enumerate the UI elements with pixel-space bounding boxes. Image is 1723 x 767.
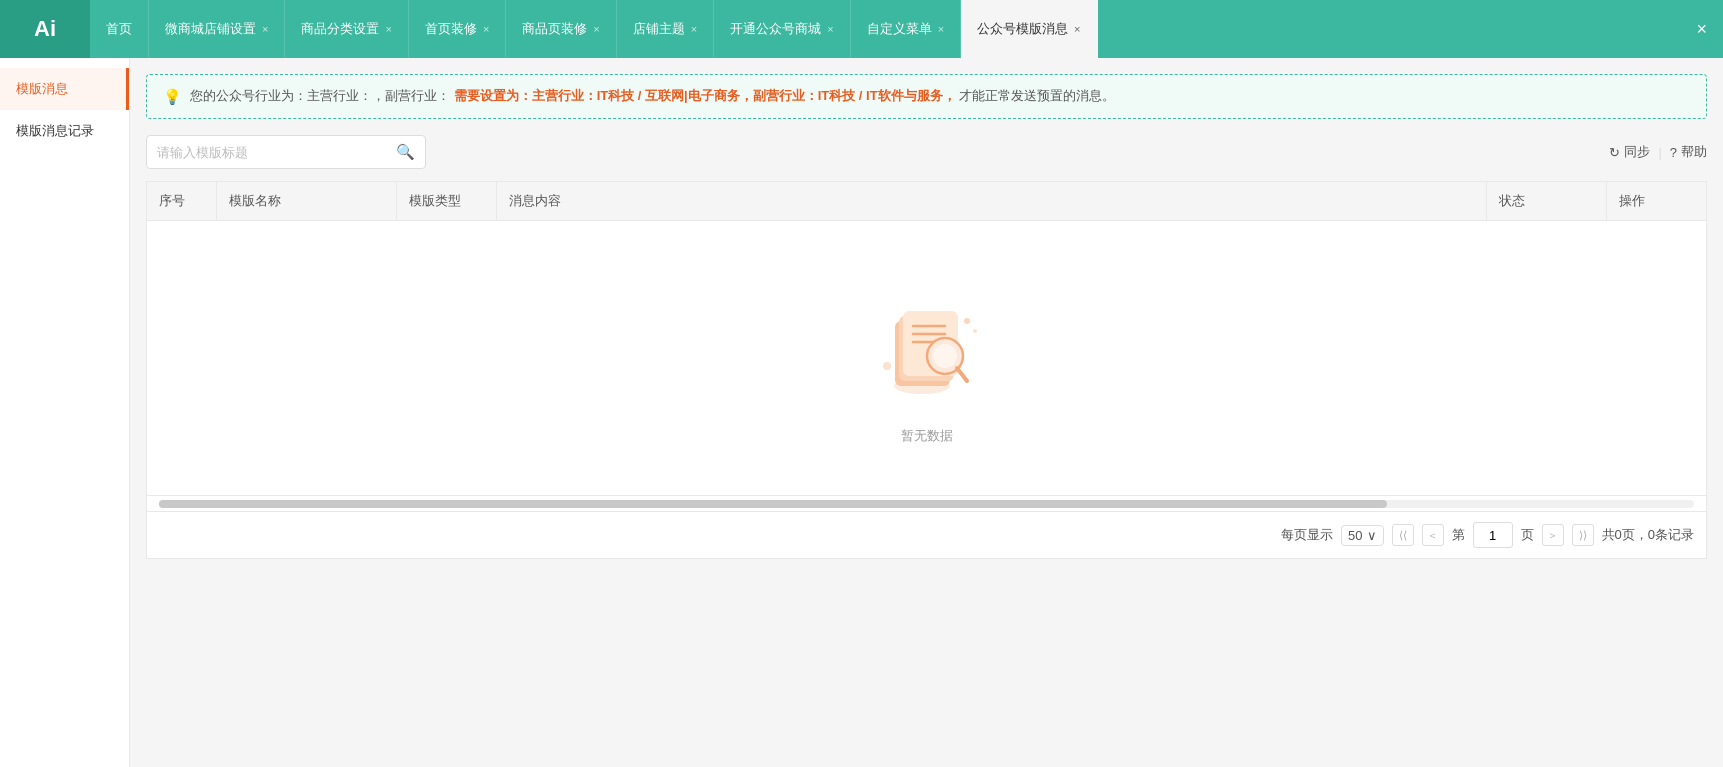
- close-tab-shop-theme[interactable]: ×: [691, 23, 697, 35]
- close-tab-home-decor[interactable]: ×: [483, 23, 489, 35]
- table-header-row: 序号模版名称模版类型消息内容状态操作: [147, 182, 1707, 221]
- content-area: 💡 您的公众号行业为：主营行业：，副营行业： 需要设置为：主营行业：IT科技 /…: [130, 58, 1723, 767]
- empty-cell: 暂无数据: [147, 221, 1707, 496]
- sidebar: 模版消息模版消息记录: [0, 58, 130, 767]
- first-page-button[interactable]: ⟨⟨: [1392, 524, 1414, 546]
- nav-tab-home[interactable]: 首页: [90, 0, 149, 58]
- toolbar-right: ↻ 同步 | ? 帮助: [1609, 143, 1707, 161]
- close-tab-shop-setting[interactable]: ×: [262, 23, 268, 35]
- per-page-select[interactable]: 50 ∨: [1341, 525, 1383, 546]
- search-input-wrapper[interactable]: 🔍: [146, 135, 426, 169]
- search-bar: 🔍 ↻ 同步 | ? 帮助: [146, 135, 1707, 169]
- svg-point-10: [964, 318, 970, 324]
- help-icon: ?: [1670, 145, 1677, 160]
- divider: |: [1658, 145, 1661, 160]
- svg-line-9: [957, 368, 967, 381]
- th-type: 模版类型: [397, 182, 497, 221]
- notice-highlight: 需要设置为：主营行业：IT科技 / 互联网|电子商务，副营行业：IT科技 / I…: [454, 88, 956, 103]
- scrollbar-area[interactable]: [146, 496, 1707, 512]
- scrollbar-thumb[interactable]: [159, 500, 1387, 508]
- empty-illustration: [867, 291, 987, 411]
- close-tab-open-mall[interactable]: ×: [827, 23, 833, 35]
- next-page-button[interactable]: ＞: [1542, 524, 1564, 546]
- empty-text: 暂无数据: [901, 427, 953, 445]
- search-input[interactable]: [157, 145, 396, 160]
- chevron-down-icon: ∨: [1367, 528, 1377, 543]
- nav-tab-home-decor[interactable]: 首页装修×: [409, 0, 506, 58]
- pagination: 每页显示 50 ∨ ⟨⟨ ＜ 第 页 ＞ ⟩⟩ 共0页，0条记录: [146, 512, 1707, 559]
- data-table: 序号模版名称模版类型消息内容状态操作: [146, 181, 1707, 496]
- th-status: 状态: [1487, 182, 1607, 221]
- page-label-pre: 第: [1452, 526, 1465, 544]
- nav-tab-shop-theme[interactable]: 店铺主题×: [617, 0, 714, 58]
- close-tab-category-setting[interactable]: ×: [385, 23, 391, 35]
- svg-point-8: [933, 344, 957, 368]
- last-page-button[interactable]: ⟩⟩: [1572, 524, 1594, 546]
- close-tab-custom-menu[interactable]: ×: [938, 23, 944, 35]
- close-all-button[interactable]: ×: [1680, 19, 1723, 40]
- sidebar-item-template-msg[interactable]: 模版消息: [0, 68, 129, 110]
- main-layout: 模版消息模版消息记录 💡 您的公众号行业为：主营行业：，副营行业： 需要设置为：…: [0, 58, 1723, 767]
- nav-tab-template-msg[interactable]: 公众号模版消息×: [961, 0, 1097, 58]
- svg-point-11: [973, 329, 977, 333]
- table-header: 序号模版名称模版类型消息内容状态操作: [147, 182, 1707, 221]
- sync-icon: ↻: [1609, 145, 1620, 160]
- nav-tab-open-mall[interactable]: 开通公众号商城×: [714, 0, 850, 58]
- empty-state: 暂无数据: [159, 231, 1694, 485]
- th-action: 操作: [1607, 182, 1707, 221]
- app-logo: Ai: [0, 0, 90, 58]
- nav-tab-shop-setting[interactable]: 微商城店铺设置×: [149, 0, 285, 58]
- table-row: 暂无数据: [147, 221, 1707, 496]
- nav-tab-product-decor[interactable]: 商品页装修×: [506, 0, 616, 58]
- nav-tabs: 首页微商城店铺设置×商品分类设置×首页装修×商品页装修×店铺主题×开通公众号商城…: [90, 0, 1680, 58]
- sidebar-item-template-msg-record[interactable]: 模版消息记录: [0, 110, 129, 152]
- nav-tab-category-setting[interactable]: 商品分类设置×: [285, 0, 408, 58]
- nav-tab-custom-menu[interactable]: 自定义菜单×: [851, 0, 961, 58]
- page-total: 共0页，0条记录: [1602, 526, 1694, 544]
- prev-page-button[interactable]: ＜: [1422, 524, 1444, 546]
- page-input[interactable]: [1473, 522, 1513, 548]
- sync-button[interactable]: ↻ 同步: [1609, 143, 1650, 161]
- svg-point-12: [883, 362, 891, 370]
- help-button[interactable]: ? 帮助: [1670, 143, 1707, 161]
- th-name: 模版名称: [217, 182, 397, 221]
- search-button[interactable]: 🔍: [396, 143, 415, 161]
- notice-icon: 💡: [163, 88, 182, 106]
- per-page-label: 每页显示: [1281, 526, 1333, 544]
- per-page-value: 50: [1348, 528, 1362, 543]
- close-tab-product-decor[interactable]: ×: [593, 23, 599, 35]
- notice-box: 💡 您的公众号行业为：主营行业：，副营行业： 需要设置为：主营行业：IT科技 /…: [146, 74, 1707, 119]
- close-tab-template-msg[interactable]: ×: [1074, 23, 1080, 35]
- page-label-post: 页: [1521, 526, 1534, 544]
- notice-text: 您的公众号行业为：主营行业：，副营行业： 需要设置为：主营行业：IT科技 / 互…: [190, 87, 1115, 105]
- th-content: 消息内容: [497, 182, 1487, 221]
- scrollbar-track[interactable]: [159, 500, 1694, 508]
- th-index: 序号: [147, 182, 217, 221]
- table-body: 暂无数据: [147, 221, 1707, 496]
- top-nav: Ai 首页微商城店铺设置×商品分类设置×首页装修×商品页装修×店铺主题×开通公众…: [0, 0, 1723, 58]
